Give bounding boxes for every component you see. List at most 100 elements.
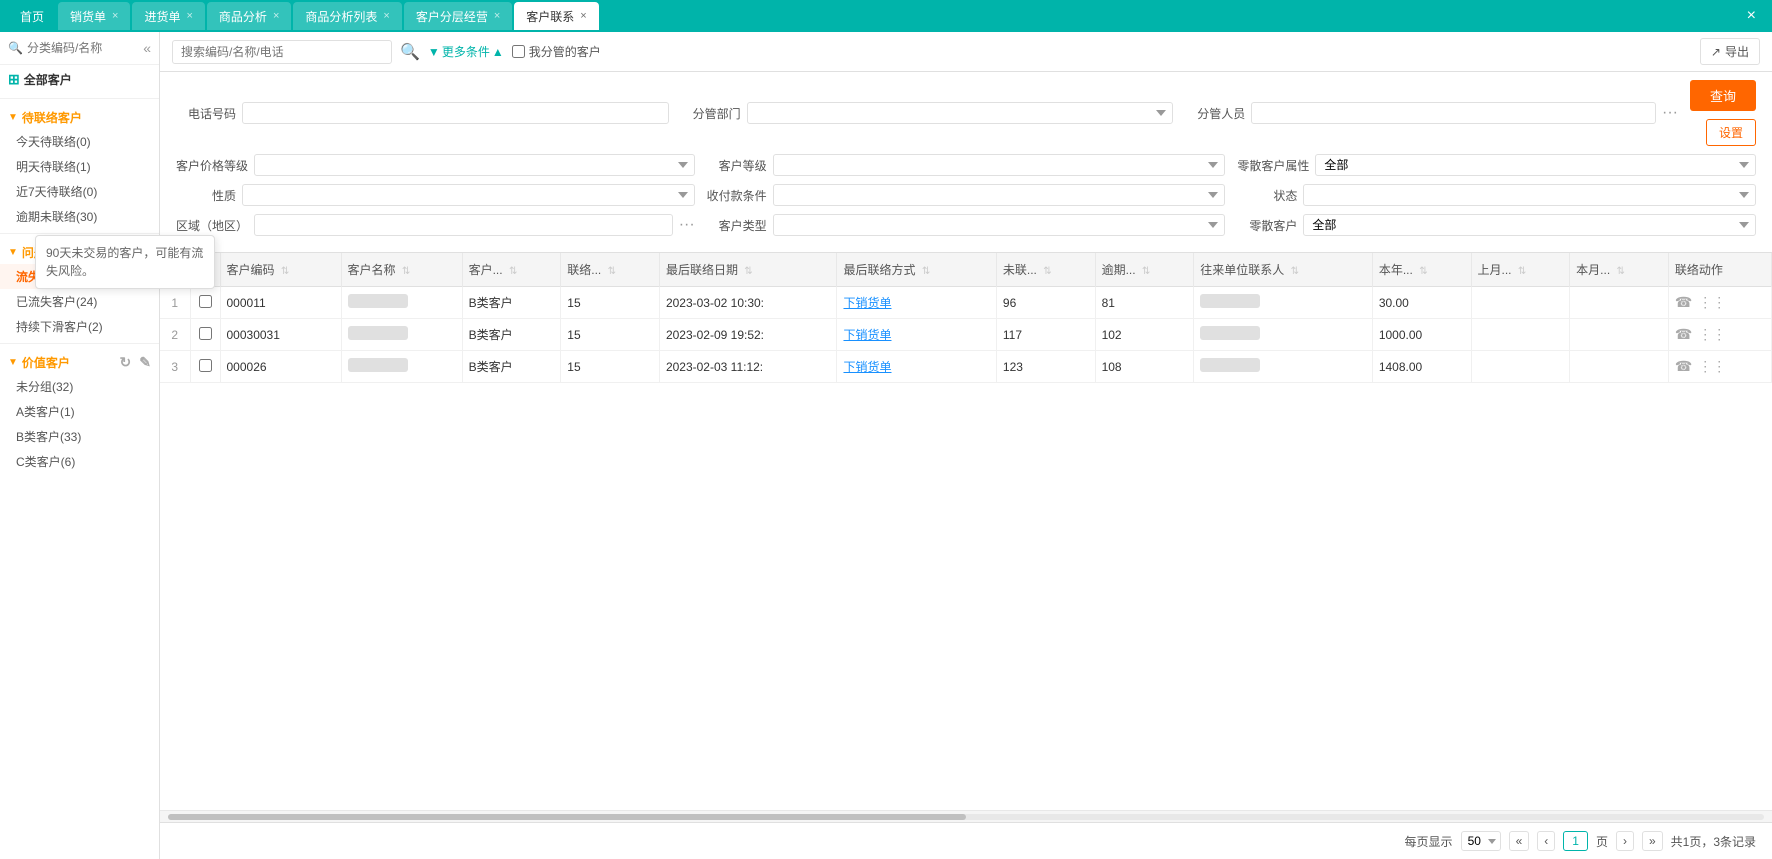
col-last-month[interactable]: 上月... ⇅ (1471, 253, 1570, 287)
filter-more-conditions-button[interactable]: ▼ 更多条件 ▲ (428, 43, 504, 60)
col-last-method[interactable]: 最后联络方式 ⇅ (837, 253, 996, 287)
sidebar-section-value[interactable]: ▼ 价值客户 ↻ ✎ (0, 348, 159, 374)
prev-page-button[interactable]: ‹ (1537, 831, 1555, 851)
col-last-date[interactable]: 最后联络日期 ⇅ (659, 253, 837, 287)
row1-overdue: 81 (1095, 287, 1194, 319)
row2-last-method-link[interactable]: 下销货单 (843, 328, 891, 342)
type-select[interactable] (773, 214, 1226, 236)
row1-checkbox[interactable] (199, 295, 212, 308)
sidebar-item-today[interactable]: 今天待联络(0) (0, 129, 159, 154)
nav-tab-customer-layer[interactable]: 客户分层经营 × (404, 2, 512, 30)
sidebar-item-class-c[interactable]: C类客户(6) (0, 449, 159, 474)
manager-input[interactable] (1251, 102, 1656, 124)
sidebar-item-ungrouped[interactable]: 未分组(32) (0, 374, 159, 399)
export-button[interactable]: ↗ 导出 (1700, 38, 1760, 65)
code-sort-icon: ⇅ (281, 266, 289, 277)
manager-label: 分管人员 (1185, 105, 1245, 122)
filter-row-3: 性质 收付款条件 状态 (176, 184, 1756, 206)
area-more-icon[interactable]: ··· (679, 216, 695, 234)
next-page-button[interactable]: › (1616, 831, 1634, 851)
purchase-tab-close[interactable]: × (186, 10, 192, 22)
sidebar-item-tomorrow[interactable]: 明天待联络(1) (0, 154, 159, 179)
sidebar-item-class-b[interactable]: B类客户(33) (0, 424, 159, 449)
filter-search-button[interactable]: 🔍 (400, 42, 420, 62)
sidebar-item-churned[interactable]: 已流失客户(24) (0, 289, 159, 314)
value-section-edit-icon[interactable]: ✎ (139, 354, 151, 371)
row2-more-icon[interactable]: ⋮⋮ (1698, 326, 1726, 343)
row1-this-month (1570, 287, 1669, 319)
nav-tab-purchase[interactable]: 进货单 × (132, 2, 204, 30)
customer-layer-tab-close[interactable]: × (494, 10, 500, 22)
horizontal-scrollbar[interactable] (160, 810, 1772, 822)
first-page-button[interactable]: « (1509, 831, 1530, 851)
row3-checkbox-cell[interactable] (190, 351, 220, 383)
row1-more-icon[interactable]: ⋮⋮ (1698, 294, 1726, 311)
scrollbar-thumb[interactable] (168, 814, 966, 820)
status-select[interactable] (1303, 184, 1756, 206)
sales-tab-close[interactable]: × (112, 10, 118, 22)
row3-checkbox[interactable] (199, 359, 212, 372)
filter-search-input[interactable] (172, 40, 392, 64)
col-contact[interactable]: 联络... ⇅ (561, 253, 660, 287)
col-code[interactable]: 客户编码 ⇅ (220, 253, 341, 287)
dept-select[interactable] (747, 102, 1174, 124)
nav-tab-goods-list[interactable]: 商品分析列表 × (293, 2, 401, 30)
sidebar-item-declining[interactable]: 持续下滑客户(2) (0, 314, 159, 339)
customer-contact-tab-close[interactable]: × (580, 10, 586, 22)
row2-last-method[interactable]: 下销货单 (837, 319, 996, 351)
row1-phone-icon[interactable]: ☎ (1675, 294, 1692, 311)
goods-list-tab-close[interactable]: × (383, 10, 389, 22)
col-overdue[interactable]: 逾期... ⇅ (1095, 253, 1194, 287)
goods-list-tab-label: 商品分析列表 (305, 8, 377, 25)
filter-field-payment: 收付款条件 (707, 184, 1226, 206)
table-row: 1 000011 B类客户 15 2023-03-02 10:30: 下销货单 … (160, 287, 1772, 319)
row3-last-method[interactable]: 下销货单 (837, 351, 996, 383)
nav-tab-goods-analysis[interactable]: 商品分析 × (207, 2, 291, 30)
sidebar-collapse-button[interactable]: « (143, 40, 151, 56)
export-icon: ↗ (1711, 45, 1721, 59)
goods-analysis-tab-close[interactable]: × (273, 10, 279, 22)
phone-input[interactable] (242, 102, 669, 124)
nav-tab-home[interactable]: 首页 (8, 2, 56, 30)
payment-select[interactable] (773, 184, 1226, 206)
sidebar-item-class-a[interactable]: A类客户(1) (0, 399, 159, 424)
settings-button[interactable]: 设置 (1706, 119, 1756, 146)
query-button[interactable]: 查询 (1690, 80, 1756, 111)
row2-checkbox[interactable] (199, 327, 212, 340)
close-all-button[interactable]: × (1739, 7, 1764, 25)
row2-checkbox-cell[interactable] (190, 319, 220, 351)
my-customers-checkbox-label[interactable]: 我分管的客户 (512, 43, 601, 60)
row3-more-icon[interactable]: ⋮⋮ (1698, 358, 1726, 375)
col-category[interactable]: 客户... ⇅ (462, 253, 561, 287)
value-section-refresh-icon[interactable]: ↻ (120, 354, 132, 371)
sidebar-item-overdue[interactable]: 逾期未联络(30) (0, 204, 159, 229)
row1-last-method[interactable]: 下销货单 (837, 287, 996, 319)
col-name[interactable]: 客户名称 ⇅ (341, 253, 462, 287)
price-level-select[interactable] (254, 154, 695, 176)
my-customers-checkbox[interactable] (512, 45, 525, 58)
row3-phone-icon[interactable]: ☎ (1675, 358, 1692, 375)
per-page-select[interactable]: 50 (1461, 831, 1501, 851)
sidebar-section-pending[interactable]: ▼ 待联络客户 (0, 103, 159, 129)
sidebar-all-customers[interactable]: ⊞ 全部客户 (0, 65, 159, 94)
row3-last-method-link[interactable]: 下销货单 (843, 360, 891, 374)
col-uncontacted[interactable]: 未联... ⇅ (996, 253, 1095, 287)
zero-attr-select[interactable]: 全部 (1315, 154, 1756, 176)
manager-more-icon[interactable]: ··· (1662, 104, 1678, 122)
sidebar-search-input[interactable] (27, 41, 143, 55)
nav-tab-sales[interactable]: 销货单 × (58, 2, 130, 30)
row1-checkbox-cell[interactable] (190, 287, 220, 319)
row2-phone-icon[interactable]: ☎ (1675, 326, 1692, 343)
row1-last-method-link[interactable]: 下销货单 (843, 296, 891, 310)
col-contact2[interactable]: 往来单位联系人 ⇅ (1194, 253, 1373, 287)
sidebar-item-7days[interactable]: 近7天待联络(0) (0, 179, 159, 204)
nav-tab-customer-contact[interactable]: 客户联系 × (514, 2, 598, 30)
level-select[interactable] (773, 154, 1226, 176)
nature-select[interactable] (242, 184, 695, 206)
last-page-button[interactable]: » (1642, 831, 1663, 851)
col-this-month[interactable]: 本月... ⇅ (1570, 253, 1669, 287)
zero-customer-select[interactable]: 全部 (1303, 214, 1756, 236)
area-input[interactable] (254, 214, 673, 236)
col-this-year[interactable]: 本年... ⇅ (1372, 253, 1471, 287)
filter-field-nature: 性质 (176, 184, 695, 206)
